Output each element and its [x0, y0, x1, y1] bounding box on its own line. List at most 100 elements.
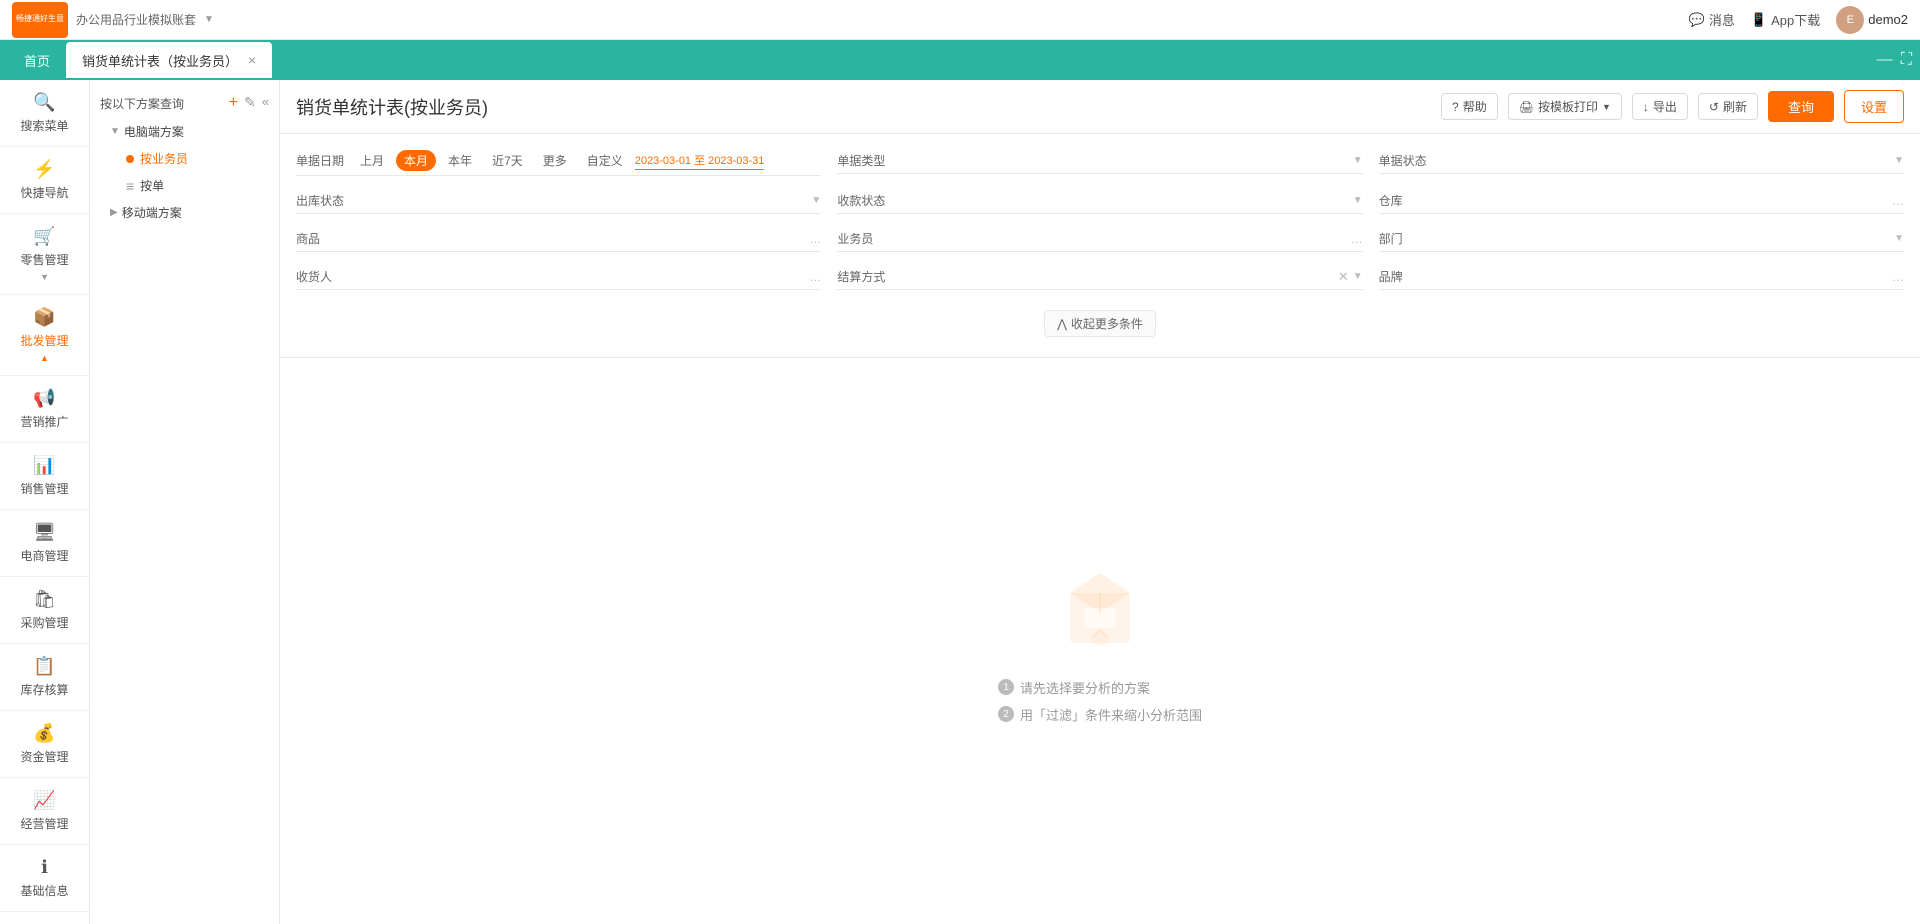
- sidebar-item-shortcut[interactable]: ⚡ 快捷导航: [0, 147, 89, 214]
- settings-btn[interactable]: 设置: [1844, 90, 1904, 123]
- right-panel: 销货单统计表(按业务员) ? 帮助 🖨 按模板打印 ▼ ↓ 导出: [280, 80, 1920, 924]
- out-status-label: 出库状态: [296, 192, 344, 209]
- left-panel-actions: + ✎ «: [229, 94, 269, 112]
- refresh-btn[interactable]: ↺ 刷新: [1698, 93, 1758, 120]
- filter-settlement[interactable]: 结算方式 ✕ ▼: [837, 264, 1362, 290]
- tip-number-2: 2: [998, 706, 1014, 722]
- filter-recipient[interactable]: 收货人 …: [296, 264, 821, 290]
- filter-doc-status[interactable]: 单据状态 ▼: [1379, 148, 1904, 174]
- warehouse-dots[interactable]: …: [1892, 194, 1904, 208]
- empty-tips: 1 请先选择要分析的方案 2 用「过滤」条件来缩小分析范围: [998, 678, 1202, 724]
- department-dropdown-icon[interactable]: ▼: [1894, 233, 1904, 244]
- sidebar-item-system[interactable]: ⚙ 系统管理: [0, 912, 89, 924]
- date-range-display[interactable]: 2023-03-01 至 2023-03-31: [635, 152, 765, 170]
- tree-pc-schemes[interactable]: ▼ 电脑端方案: [90, 118, 279, 145]
- window-minimize-icon[interactable]: —: [1877, 51, 1893, 69]
- filter-salesperson[interactable]: 业务员 …: [837, 226, 1362, 252]
- filter-warehouse[interactable]: 仓库 …: [1379, 188, 1904, 214]
- sidebar-item-finance[interactable]: 💰 资金管理: [0, 711, 89, 778]
- empty-illustration: [1050, 558, 1150, 658]
- finance-icon: 💰: [33, 723, 55, 744]
- doc-type-dropdown-icon[interactable]: ▼: [1353, 155, 1363, 166]
- sidebar-item-ecommerce[interactable]: 🖥 电商管理: [0, 510, 89, 577]
- goods-dots[interactable]: …: [809, 232, 821, 246]
- refresh-icon: ↺: [1709, 100, 1719, 114]
- tab-close-icon[interactable]: ×: [248, 52, 256, 68]
- filter-brand[interactable]: 品牌 …: [1379, 264, 1904, 290]
- doc-status-dropdown-icon[interactable]: ▼: [1894, 155, 1904, 166]
- date-this-month[interactable]: 本月: [396, 150, 436, 171]
- message-btn[interactable]: 💬 消息: [1689, 10, 1735, 29]
- collapse-icon: ⋀: [1057, 317, 1067, 331]
- settlement-clear-icon[interactable]: ✕: [1338, 269, 1349, 285]
- date-more[interactable]: 更多: [535, 150, 575, 171]
- date-last7[interactable]: 近7天: [484, 150, 531, 171]
- sidebar-item-purchase[interactable]: 🛍 采购管理: [0, 577, 89, 644]
- order-icon: ≡: [126, 178, 134, 194]
- sidebar-item-search[interactable]: 🔍 搜索菜单: [0, 80, 89, 147]
- print-btn[interactable]: 🖨 按模板打印 ▼: [1508, 93, 1622, 120]
- filter-goods[interactable]: 商品 …: [296, 226, 821, 252]
- empty-state: 1 请先选择要分析的方案 2 用「过滤」条件来缩小分析范围: [280, 358, 1920, 924]
- salesperson-dots[interactable]: …: [1351, 232, 1363, 246]
- export-btn[interactable]: ↓ 导出: [1632, 93, 1688, 120]
- help-btn[interactable]: ? 帮助: [1441, 93, 1498, 120]
- retail-icon: 🛒: [33, 226, 55, 247]
- avatar: E: [1836, 6, 1864, 34]
- left-panel: 按以下方案查询 + ✎ « ▼ 电脑端方案 按业务员 ≡ 按单 ▶: [90, 80, 280, 924]
- tree-mobile-schemes[interactable]: ▶ 移动端方案: [90, 199, 279, 226]
- date-this-year[interactable]: 本年: [440, 150, 480, 171]
- selected-indicator: [126, 155, 134, 163]
- tree-collapse-icon: ▶: [110, 207, 118, 218]
- filter-department[interactable]: 部门 ▼: [1379, 226, 1904, 252]
- settlement-dropdown-icon[interactable]: ▼: [1353, 271, 1363, 282]
- doc-type-label: 单据类型: [837, 152, 885, 169]
- left-panel-header: 按以下方案查询 + ✎ «: [90, 88, 279, 118]
- tree-by-order[interactable]: ≡ 按单: [90, 172, 279, 199]
- window-maximize-icon[interactable]: ⛶: [1901, 51, 1912, 69]
- main-layout: 🔍 搜索菜单 ⚡ 快捷导航 🛒 零售管理 ▼ 📦 批发管理 ▲ 📢 营销推广 📊…: [0, 80, 1920, 924]
- sidebar-item-basic[interactable]: ℹ 基础信息: [0, 845, 89, 912]
- filter-area: 单据日期 上月 本月 本年 近7天 更多 自定义 2023-03-01 至 20…: [280, 134, 1920, 358]
- sidebar-item-wholesale[interactable]: 📦 批发管理 ▲: [0, 295, 89, 376]
- query-btn[interactable]: 查询: [1768, 91, 1834, 122]
- date-custom[interactable]: 自定义: [579, 150, 631, 171]
- tabbar: 首页 销货单统计表（按业务员） × — ⛶: [0, 40, 1920, 80]
- basic-icon: ℹ: [41, 857, 48, 878]
- date-filter-group: 上月 本月 本年 近7天 更多 自定义 2023-03-01 至 2023-03…: [352, 150, 764, 171]
- out-status-dropdown-icon[interactable]: ▼: [811, 195, 821, 206]
- collapse-panel-btn[interactable]: «: [262, 94, 269, 112]
- collapse-btn[interactable]: ⋀ 收起更多条件: [1044, 310, 1156, 337]
- filter-row-1: 单据日期 上月 本月 本年 近7天 更多 自定义 2023-03-01 至 20…: [296, 146, 1904, 176]
- inventory-icon: 📋: [33, 656, 55, 677]
- filter-doc-type[interactable]: 单据类型 ▼: [837, 148, 1362, 174]
- dropdown-icon[interactable]: ▼: [204, 14, 214, 25]
- add-scheme-btn[interactable]: +: [229, 94, 238, 112]
- tree-by-salesperson[interactable]: 按业务员: [90, 145, 279, 172]
- recipient-dots[interactable]: …: [809, 270, 821, 284]
- tab-sales-stats[interactable]: 销货单统计表（按业务员） ×: [66, 42, 272, 78]
- sidebar-item-inventory[interactable]: 📋 库存核算: [0, 644, 89, 711]
- sidebar-item-retail[interactable]: 🛒 零售管理 ▼: [0, 214, 89, 295]
- edit-scheme-btn[interactable]: ✎: [244, 94, 256, 112]
- brand-dots[interactable]: …: [1892, 270, 1904, 284]
- tabbar-right: — ⛶: [1877, 51, 1912, 69]
- tab-home[interactable]: 首页: [8, 42, 66, 78]
- ecommerce-icon: 🖥: [33, 522, 56, 543]
- logo: 畅捷通好生意: [12, 2, 68, 38]
- tree-expand-icon: ▼: [110, 126, 120, 137]
- wholesale-icon: 📦: [33, 307, 55, 328]
- filter-collect-status[interactable]: 收款状态 ▼: [837, 188, 1362, 214]
- date-last-month[interactable]: 上月: [352, 150, 392, 171]
- tip-number-1: 1: [998, 679, 1014, 695]
- marketing-icon: 📢: [33, 388, 55, 409]
- shortcut-icon: ⚡: [33, 159, 55, 180]
- user-profile[interactable]: E demo2: [1836, 6, 1908, 34]
- collect-status-dropdown-icon[interactable]: ▼: [1353, 195, 1363, 206]
- sidebar-item-sales[interactable]: 📊 销售管理: [0, 443, 89, 510]
- collapse-row: ⋀ 收起更多条件: [296, 302, 1904, 345]
- sidebar-item-marketing[interactable]: 📢 营销推广: [0, 376, 89, 443]
- filter-out-status[interactable]: 出库状态 ▼: [296, 188, 821, 214]
- sidebar-item-operations[interactable]: 📈 经营管理: [0, 778, 89, 845]
- app-download-btn[interactable]: 📱 App下载: [1751, 10, 1820, 29]
